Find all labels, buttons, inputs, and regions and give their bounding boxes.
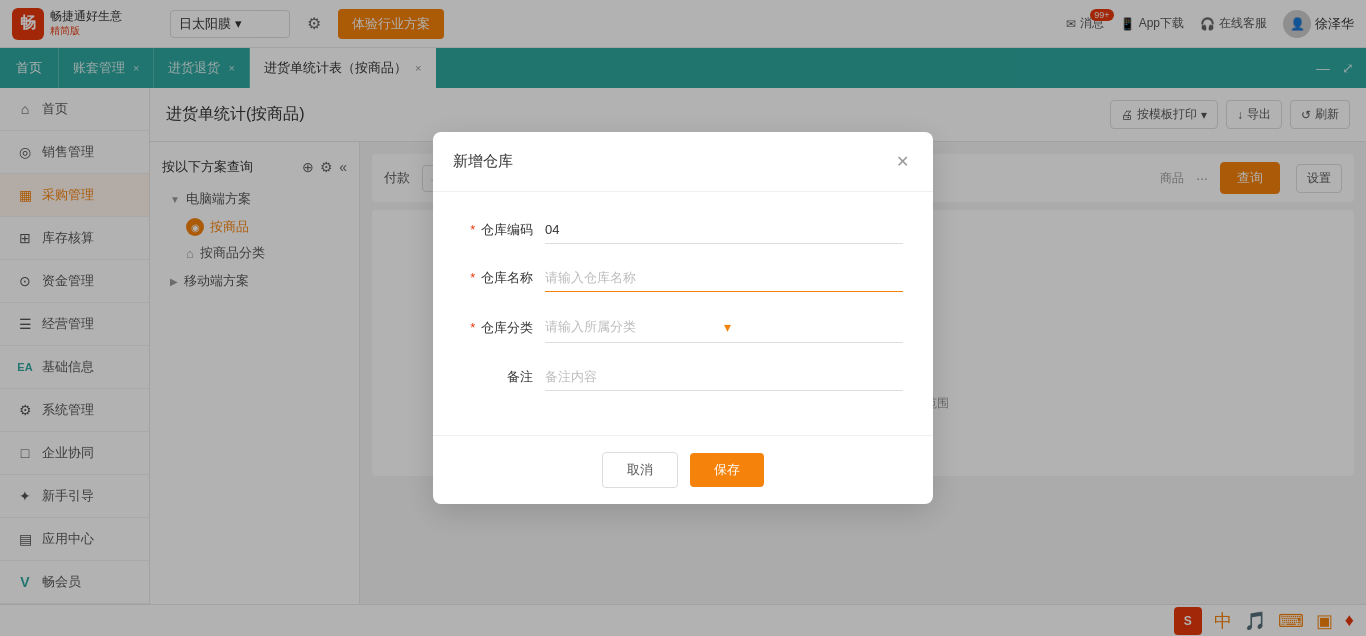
note-label: 备注 xyxy=(463,368,533,386)
cancel-button[interactable]: 取消 xyxy=(602,452,678,488)
form-row-category: * 仓库分类 请输入所属分类 ▾ xyxy=(463,312,903,343)
form-row-note: 备注 xyxy=(463,363,903,391)
modal-footer: 取消 保存 xyxy=(433,435,933,504)
code-label: * 仓库编码 xyxy=(463,221,533,239)
modal-title: 新增仓库 xyxy=(453,152,513,171)
category-select[interactable]: 请输入所属分类 ▾ xyxy=(545,312,903,343)
category-dropdown-icon: ▾ xyxy=(724,319,903,335)
save-button[interactable]: 保存 xyxy=(690,453,764,487)
category-label: * 仓库分类 xyxy=(463,319,533,337)
name-label: * 仓库名称 xyxy=(463,269,533,287)
code-input[interactable] xyxy=(545,216,903,244)
modal-body: * 仓库编码 * 仓库名称 * 仓库分类 请输入所属 xyxy=(433,192,933,435)
form-row-name: * 仓库名称 xyxy=(463,264,903,292)
modal-header: 新增仓库 ✕ xyxy=(433,132,933,192)
modal-add-warehouse: 新增仓库 ✕ * 仓库编码 * 仓库名称 xyxy=(433,132,933,504)
name-input[interactable] xyxy=(545,264,903,292)
modal-overlay[interactable]: 新增仓库 ✕ * 仓库编码 * 仓库名称 xyxy=(0,0,1366,636)
note-input[interactable] xyxy=(545,363,903,391)
modal-close-button[interactable]: ✕ xyxy=(892,148,913,175)
form-row-code: * 仓库编码 xyxy=(463,216,903,244)
